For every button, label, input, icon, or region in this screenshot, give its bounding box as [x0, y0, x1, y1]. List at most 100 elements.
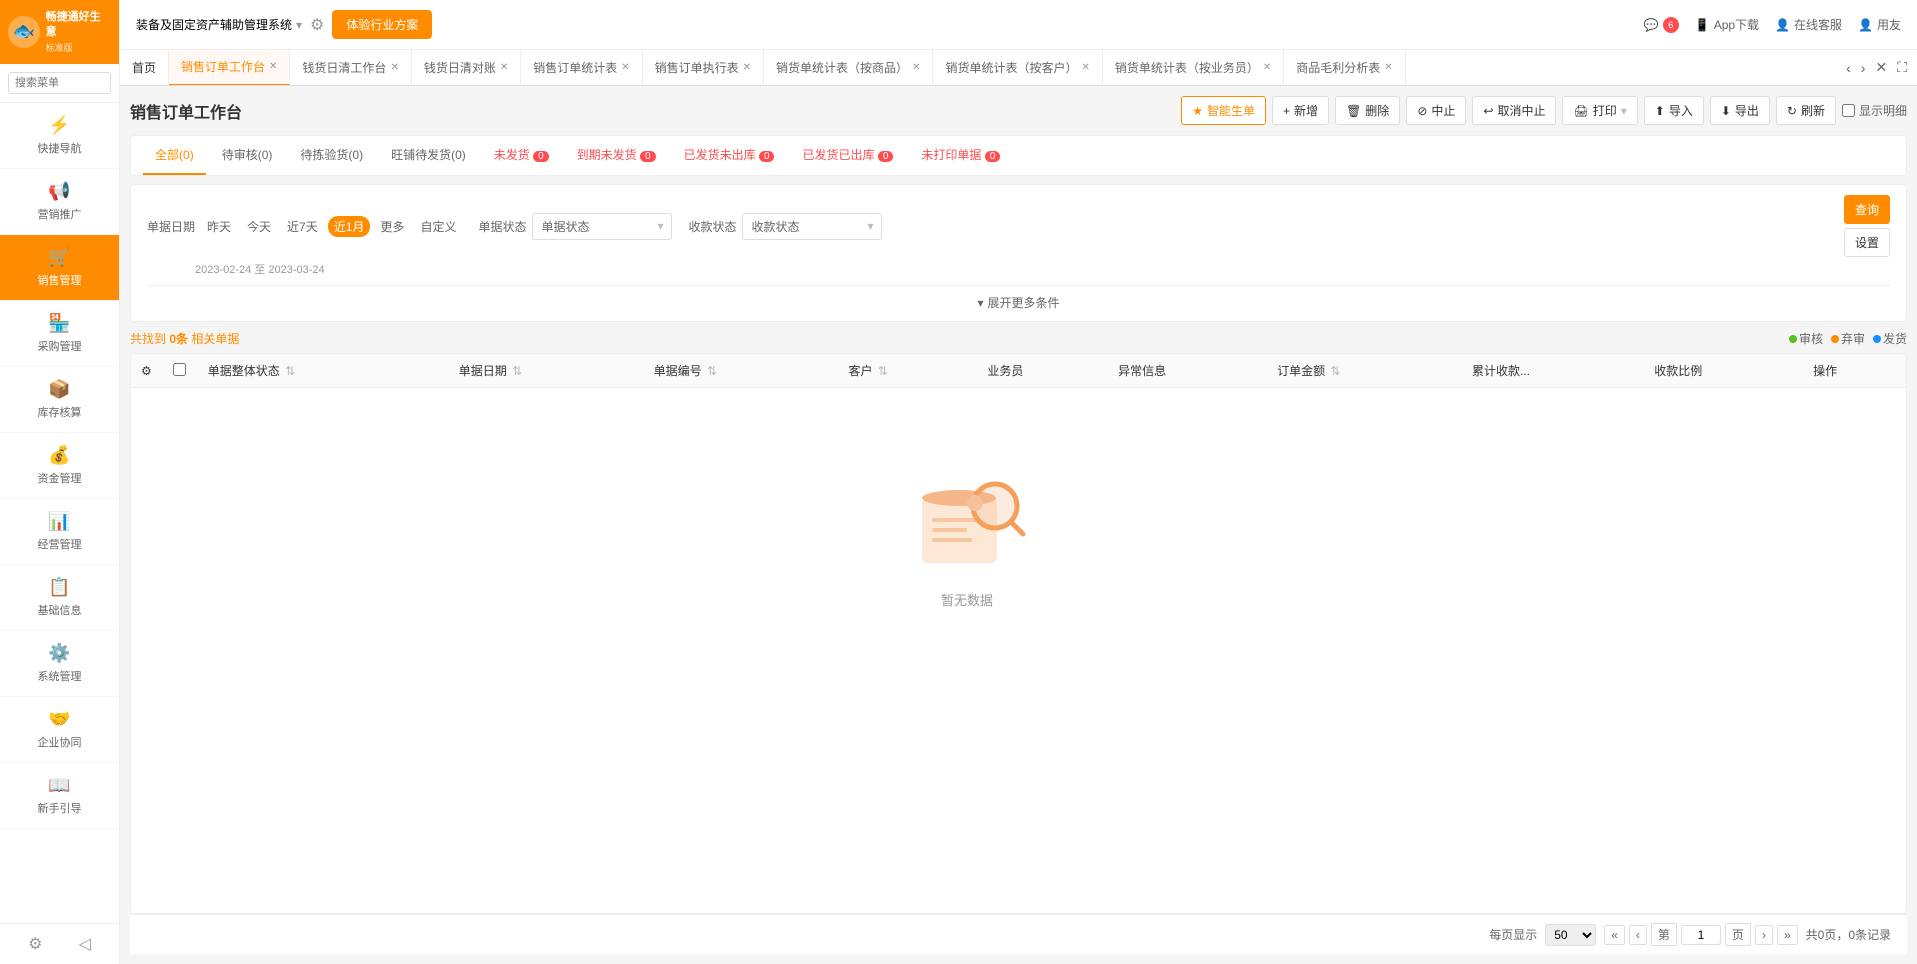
- add-button[interactable]: + 新增: [1272, 96, 1329, 125]
- filter-tab-not-printed[interactable]: 未打印单据 0: [909, 136, 1012, 175]
- tab-maximize-icon[interactable]: ⛶: [1893, 57, 1911, 78]
- sort-icon[interactable]: ⇅: [285, 364, 295, 378]
- message-button[interactable]: 💬 6: [1644, 17, 1679, 33]
- tab-margin-analysis[interactable]: 商品毛利分析表 ✕: [1284, 50, 1405, 86]
- tab-close-icon[interactable]: ✕: [500, 62, 508, 73]
- sidebar-item-purchase[interactable]: 🏪 采购管理: [0, 301, 119, 367]
- page-last-icon[interactable]: »: [1777, 925, 1798, 945]
- tab-close-icon[interactable]: ✕: [1263, 62, 1271, 73]
- page-first-icon[interactable]: «: [1604, 925, 1625, 945]
- sidebar-item-marketing[interactable]: 📢 营销推广: [0, 169, 119, 235]
- tab-sale-stats-product[interactable]: 销货单统计表（按商品） ✕: [764, 50, 933, 86]
- date-btn-more[interactable]: 更多: [374, 216, 410, 237]
- date-btn-today[interactable]: 今天: [241, 216, 277, 237]
- sidebar-item-guide[interactable]: 📖 新手引导: [0, 763, 119, 829]
- date-btn-last7[interactable]: 近7天: [281, 216, 324, 237]
- search-button[interactable]: 查询: [1844, 195, 1890, 224]
- tab-close-icon[interactable]: ✕: [743, 62, 751, 73]
- tab-next-icon[interactable]: ›: [1857, 58, 1870, 78]
- unreview-action-button[interactable]: 弃审: [1831, 330, 1865, 347]
- status-select[interactable]: 单据状态 ▾: [532, 213, 672, 240]
- online-service-button[interactable]: 👤 在线客服: [1775, 16, 1842, 33]
- sidebar-item-system[interactable]: ⚙️ 系统管理: [0, 631, 119, 697]
- collapse-icon[interactable]: ◁: [79, 934, 91, 954]
- date-btn-custom[interactable]: 自定义: [414, 216, 462, 237]
- tab-home[interactable]: 首页: [120, 50, 169, 86]
- tab-sale-stats-staff[interactable]: 销货单统计表（按业务员） ✕: [1103, 50, 1284, 86]
- page-size-select[interactable]: 50 20 100: [1545, 924, 1596, 946]
- col-ratio-label: 收款比例: [1654, 364, 1702, 378]
- print-button[interactable]: 🖨 打印 ▾: [1562, 96, 1637, 125]
- tab-prev-icon[interactable]: ‹: [1842, 58, 1855, 78]
- filter-tab-pending-review[interactable]: 待审核(0): [210, 136, 285, 175]
- tab-close-icon[interactable]: ✕: [1384, 62, 1392, 73]
- export-button[interactable]: ⬇ 导出: [1710, 96, 1770, 125]
- settings-bottom-icon[interactable]: ⚙: [28, 934, 42, 954]
- sidebar-item-base-info[interactable]: 📋 基础信息: [0, 565, 119, 631]
- tab-sales-workbench[interactable]: 销售订单工作台 ✕: [169, 50, 290, 86]
- tab-close-icon[interactable]: ✕: [912, 62, 920, 73]
- sidebar-item-sales[interactable]: 🛒 销售管理: [0, 235, 119, 301]
- solution-button[interactable]: 体验行业方案: [332, 10, 432, 39]
- tab-cash-daily[interactable]: 钱货日清工作台 ✕: [290, 50, 411, 86]
- filter-tab-overdue-not-shipped[interactable]: 到期未发货 0: [565, 136, 668, 175]
- tab-cash-reconcile[interactable]: 钱货日清对账 ✕: [412, 50, 521, 86]
- sort-icon[interactable]: ⇅: [878, 364, 888, 378]
- user-button[interactable]: 👤 用友: [1858, 16, 1901, 33]
- expand-row: ▾ 展开更多条件: [147, 294, 1890, 311]
- refresh-button[interactable]: ↻ 刷新: [1776, 96, 1836, 125]
- ship-dot: [1873, 335, 1881, 343]
- review-action-button[interactable]: 审核: [1789, 330, 1823, 347]
- filter-tab-shipped-out[interactable]: 已发货已出库 0: [790, 136, 905, 175]
- filter-tab-wangpu-pending[interactable]: 旺铺待发货(0): [379, 136, 478, 175]
- ship-action-button[interactable]: 发货: [1873, 330, 1907, 347]
- filter-tab-pending-inspect[interactable]: 待拣验货(0): [288, 136, 375, 175]
- app-download-button[interactable]: 📱 App下载: [1695, 16, 1759, 33]
- sort-icon[interactable]: ⇅: [1330, 364, 1340, 378]
- sidebar-item-quick-nav[interactable]: ⚡ 快捷导航: [0, 103, 119, 169]
- page-prev-icon[interactable]: ‹: [1629, 925, 1647, 945]
- tab-close-all-icon[interactable]: ✕: [1871, 57, 1891, 78]
- stop-button[interactable]: ⊘ 中止: [1406, 96, 1466, 125]
- user-label: 用友: [1877, 16, 1901, 33]
- tab-close-icon[interactable]: ✕: [390, 62, 398, 73]
- col-checkbox[interactable]: [162, 354, 198, 388]
- settings-icon[interactable]: ⚙: [310, 15, 324, 35]
- tab-close-icon[interactable]: ✕: [269, 61, 277, 72]
- header-right: 💬 6 📱 App下载 👤 在线客服 👤 用友: [1644, 16, 1901, 33]
- sort-icon[interactable]: ⇅: [512, 364, 522, 378]
- payment-select[interactable]: 收款状态 ▾: [742, 213, 882, 240]
- sort-icon[interactable]: ⇅: [707, 364, 717, 378]
- filter-tab-label: 未打印单据 0: [921, 148, 1000, 162]
- sidebar-item-collab[interactable]: 🤝 企业协同: [0, 697, 119, 763]
- show-detail-checkbox[interactable]: [1842, 104, 1855, 117]
- select-all-checkbox[interactable]: [173, 363, 186, 376]
- cancel-stop-button[interactable]: ↩ 取消中止: [1472, 96, 1556, 125]
- expand-button[interactable]: ▾ 展开更多条件: [977, 294, 1059, 311]
- stop-circle-icon: ⊘: [1417, 104, 1427, 118]
- page-next-icon[interactable]: ›: [1755, 925, 1773, 945]
- filter-tab-all[interactable]: 全部(0): [143, 136, 206, 175]
- smart-create-button[interactable]: ★ 智能生单: [1181, 96, 1266, 125]
- settings-search-button[interactable]: 设置: [1844, 228, 1890, 257]
- filter-tab-not-shipped[interactable]: 未发货 0: [482, 136, 561, 175]
- tab-order-stats[interactable]: 销售订单统计表 ✕: [521, 50, 642, 86]
- system-title-dropdown[interactable]: 装备及固定资产辅助管理系统 ▾: [136, 16, 302, 33]
- page-input[interactable]: [1681, 925, 1721, 945]
- ship-label: 发货: [1883, 330, 1907, 347]
- search-input[interactable]: [8, 72, 111, 94]
- col-staff-label: 业务员: [987, 364, 1023, 378]
- col-settings[interactable]: ⚙: [131, 354, 162, 388]
- date-btn-last1month[interactable]: 近1月: [328, 216, 371, 237]
- delete-button[interactable]: 🗑 删除: [1335, 96, 1400, 125]
- sidebar-item-finance[interactable]: 💰 资金管理: [0, 433, 119, 499]
- sidebar-item-operations[interactable]: 📊 经营管理: [0, 499, 119, 565]
- tab-sale-stats-customer[interactable]: 销货单统计表（按客户） ✕: [933, 50, 1102, 86]
- tab-close-icon[interactable]: ✕: [1081, 62, 1089, 73]
- filter-tab-shipped-not-out[interactable]: 已发货未出库 0: [672, 136, 787, 175]
- tab-order-exec[interactable]: 销售订单执行表 ✕: [643, 50, 764, 86]
- import-button[interactable]: ⬆ 导入: [1644, 96, 1704, 125]
- sidebar-item-inventory[interactable]: 📦 库存核算: [0, 367, 119, 433]
- tab-close-icon[interactable]: ✕: [621, 62, 629, 73]
- date-btn-yesterday[interactable]: 昨天: [201, 216, 237, 237]
